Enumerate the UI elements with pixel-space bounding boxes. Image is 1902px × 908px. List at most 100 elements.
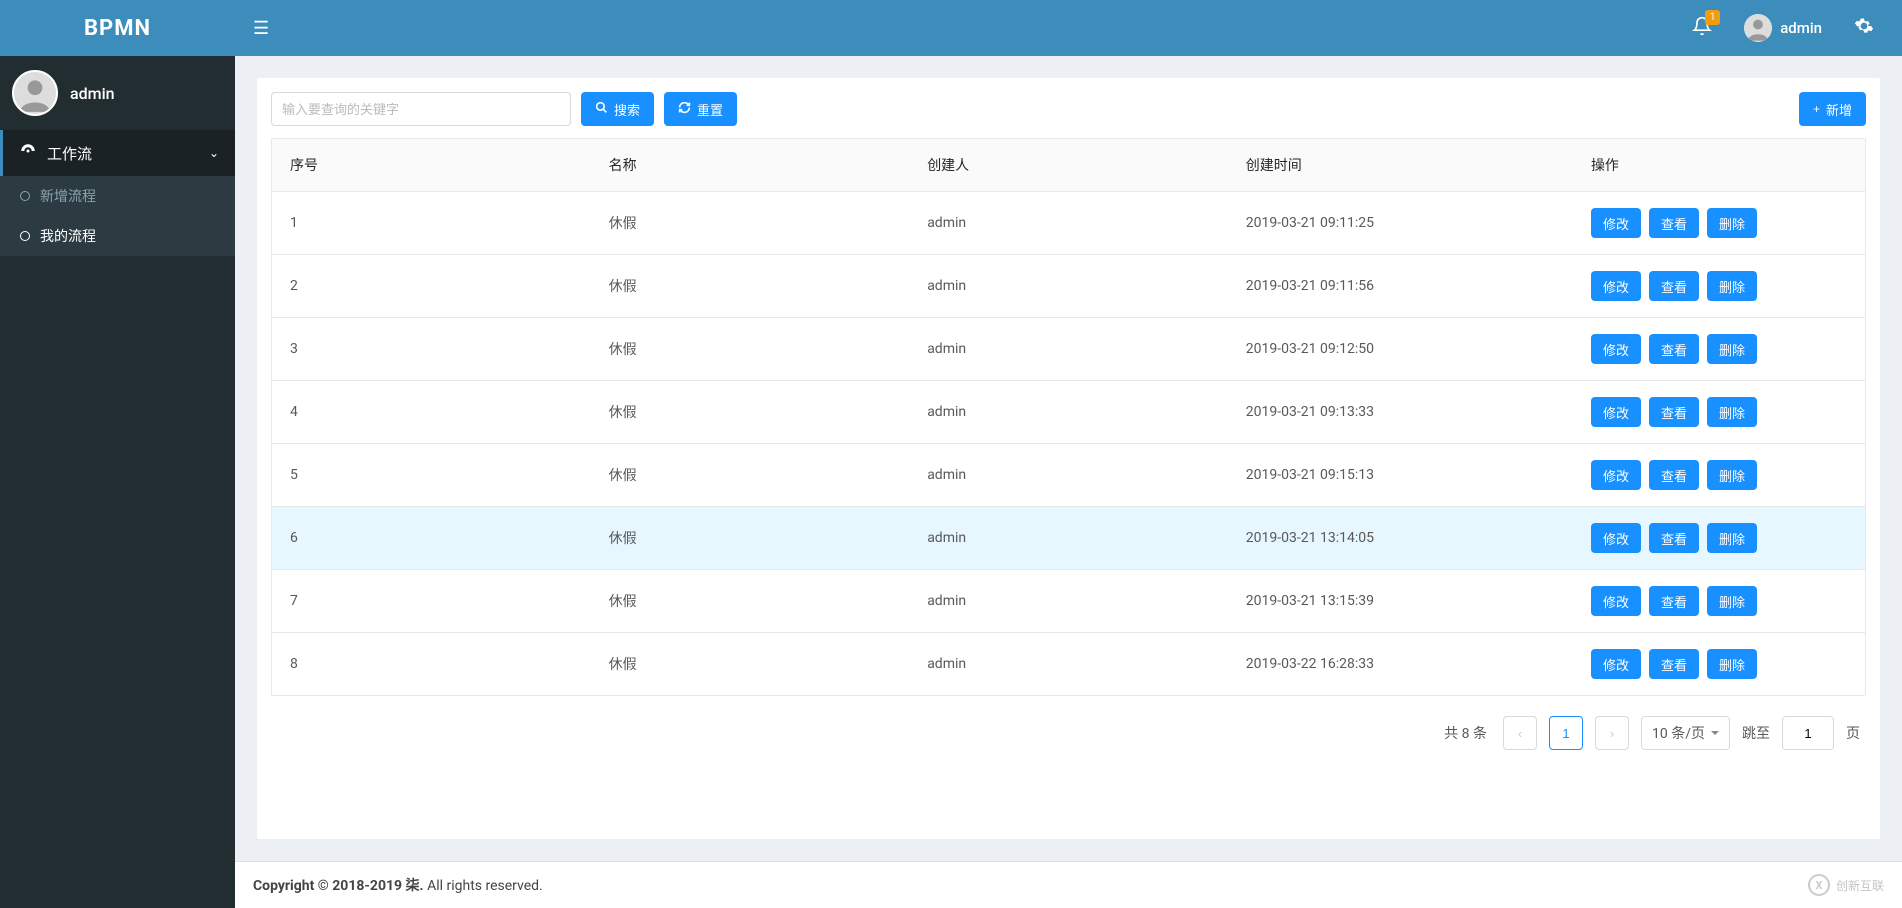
delete-button[interactable]: 删除 bbox=[1707, 334, 1757, 364]
cell-name: 休假 bbox=[591, 386, 910, 438]
jump-page-input[interactable] bbox=[1782, 716, 1834, 750]
cell-seq: 3 bbox=[272, 325, 591, 373]
cell-created-at: 2019-03-21 09:11:25 bbox=[1228, 199, 1573, 247]
notification-badge: 1 bbox=[1705, 10, 1720, 25]
cell-ops: 修改查看删除 bbox=[1573, 444, 1865, 506]
content: 搜索 重置 + 新增 bbox=[235, 56, 1902, 861]
edit-button[interactable]: 修改 bbox=[1591, 586, 1641, 616]
jump-suffix: 页 bbox=[1846, 723, 1860, 743]
cell-ops: 修改查看删除 bbox=[1573, 318, 1865, 380]
cell-creator: admin bbox=[909, 640, 1228, 688]
cell-name: 休假 bbox=[591, 197, 910, 249]
chevron-down-icon: ⌄ bbox=[209, 146, 219, 160]
table-row[interactable]: 4休假admin2019-03-21 09:13:33修改查看删除 bbox=[272, 381, 1865, 444]
view-button[interactable]: 查看 bbox=[1649, 271, 1699, 301]
cell-ops: 修改查看删除 bbox=[1573, 381, 1865, 443]
col-name: 名称 bbox=[591, 139, 910, 191]
delete-button[interactable]: 删除 bbox=[1707, 649, 1757, 679]
view-button[interactable]: 查看 bbox=[1649, 208, 1699, 238]
plus-icon: + bbox=[1813, 102, 1820, 116]
cell-name: 休假 bbox=[591, 575, 910, 627]
menu-toggle-icon[interactable]: ☰ bbox=[253, 18, 269, 39]
cell-seq: 8 bbox=[272, 640, 591, 688]
cell-created-at: 2019-03-21 09:11:56 bbox=[1228, 262, 1573, 310]
view-button[interactable]: 查看 bbox=[1649, 649, 1699, 679]
view-button[interactable]: 查看 bbox=[1649, 334, 1699, 364]
cell-creator: admin bbox=[909, 262, 1228, 310]
reset-button[interactable]: 重置 bbox=[664, 92, 737, 126]
circle-icon bbox=[20, 231, 30, 241]
nav-item-workflow[interactable]: 工作流 ⌄ bbox=[0, 130, 235, 176]
edit-button[interactable]: 修改 bbox=[1591, 397, 1641, 427]
cell-creator: admin bbox=[909, 199, 1228, 247]
table-row[interactable]: 1休假admin2019-03-21 09:11:25 修改查看删除 bbox=[272, 192, 1865, 255]
settings-button[interactable] bbox=[1844, 0, 1884, 56]
sidebar-username: admin bbox=[70, 84, 115, 103]
cell-seq: 1 bbox=[272, 199, 591, 247]
delete-button[interactable]: 删除 bbox=[1707, 460, 1757, 490]
table-row[interactable]: 3休假admin2019-03-21 09:12:50修改查看删除 bbox=[272, 318, 1865, 381]
table-row[interactable]: 2休假admin2019-03-21 09:11:56修改查看删除 bbox=[272, 255, 1865, 318]
jump-prefix: 跳至 bbox=[1742, 723, 1770, 743]
table-header: 序号 名称 创建人 创建时间 操作 bbox=[272, 139, 1865, 192]
delete-button[interactable]: 删除 bbox=[1707, 397, 1757, 427]
chevron-right-icon: › bbox=[1610, 726, 1614, 741]
delete-button[interactable]: 删除 bbox=[1707, 271, 1757, 301]
panel: 搜索 重置 + 新增 bbox=[257, 78, 1880, 839]
page-number-button[interactable]: 1 bbox=[1549, 716, 1583, 750]
edit-button[interactable]: 修改 bbox=[1591, 271, 1641, 301]
page-next-button[interactable]: › bbox=[1595, 716, 1629, 750]
add-button[interactable]: + 新增 bbox=[1799, 92, 1866, 126]
cell-creator: admin bbox=[909, 514, 1228, 562]
edit-button[interactable]: 修改 bbox=[1591, 334, 1641, 364]
circle-icon bbox=[20, 191, 30, 201]
page-prev-button[interactable]: ‹ bbox=[1503, 716, 1537, 750]
cell-creator: admin bbox=[909, 451, 1228, 499]
edit-button[interactable]: 修改 bbox=[1591, 460, 1641, 490]
cell-creator: admin bbox=[909, 577, 1228, 625]
subnav: 新增流程 我的流程 bbox=[0, 176, 235, 256]
delete-button[interactable]: 删除 bbox=[1707, 523, 1757, 553]
delete-button[interactable]: 删除 bbox=[1707, 586, 1757, 616]
table-row[interactable]: 6休假admin2019-03-21 13:14:05修改查看删除 bbox=[272, 507, 1865, 570]
cell-created-at: 2019-03-21 09:13:33 bbox=[1228, 388, 1573, 436]
search-icon bbox=[595, 101, 608, 117]
view-button[interactable]: 查看 bbox=[1649, 586, 1699, 616]
cell-name: 休假 bbox=[591, 512, 910, 564]
col-ops: 操作 bbox=[1573, 139, 1865, 191]
avatar bbox=[1744, 14, 1772, 42]
edit-button[interactable]: 修改 bbox=[1591, 523, 1641, 553]
edit-button[interactable]: 修改 bbox=[1591, 208, 1641, 238]
delete-button[interactable]: 删除 bbox=[1707, 208, 1757, 238]
pagination: 共 8 条 ‹ 1 › 10 条/页 跳至 页 bbox=[271, 696, 1866, 756]
col-creator: 创建人 bbox=[909, 139, 1228, 191]
sidebar-user-panel: admin bbox=[0, 56, 235, 130]
edit-button[interactable]: 修改 bbox=[1591, 649, 1641, 679]
table-row[interactable]: 8休假admin2019-03-22 16:28:33修改查看删除 bbox=[272, 633, 1865, 695]
search-button[interactable]: 搜索 bbox=[581, 92, 654, 126]
cell-seq: 4 bbox=[272, 388, 591, 436]
cell-creator: admin bbox=[909, 388, 1228, 436]
subnav-label: 新增流程 bbox=[40, 186, 96, 206]
cell-ops: 修改查看删除 bbox=[1573, 255, 1865, 317]
view-button[interactable]: 查看 bbox=[1649, 460, 1699, 490]
page-size-select[interactable]: 10 条/页 bbox=[1641, 716, 1730, 750]
gears-icon bbox=[1854, 16, 1874, 40]
subnav-item-add-process[interactable]: 新增流程 bbox=[0, 176, 235, 216]
table-row[interactable]: 5休假admin2019-03-21 09:15:13修改查看删除 bbox=[272, 444, 1865, 507]
page-size-label: 10 条/页 bbox=[1652, 723, 1705, 743]
cell-seq: 6 bbox=[272, 514, 591, 562]
col-seq: 序号 bbox=[272, 139, 591, 191]
copyright: Copyright © 2018-2019 柒. All rights rese… bbox=[253, 875, 543, 895]
cell-ops: 修改查看删除 bbox=[1573, 507, 1865, 569]
view-button[interactable]: 查看 bbox=[1649, 523, 1699, 553]
brand-logo[interactable]: BPMN bbox=[0, 0, 235, 56]
subnav-item-my-process[interactable]: 我的流程 bbox=[0, 216, 235, 256]
table-row[interactable]: 7休假admin2019-03-21 13:15:39修改查看删除 bbox=[272, 570, 1865, 633]
search-input[interactable] bbox=[271, 92, 571, 126]
user-menu[interactable]: admin bbox=[1734, 0, 1832, 56]
dashboard-icon bbox=[19, 142, 37, 164]
subnav-label: 我的流程 bbox=[40, 226, 96, 246]
notifications-button[interactable]: 1 bbox=[1682, 0, 1722, 56]
view-button[interactable]: 查看 bbox=[1649, 397, 1699, 427]
